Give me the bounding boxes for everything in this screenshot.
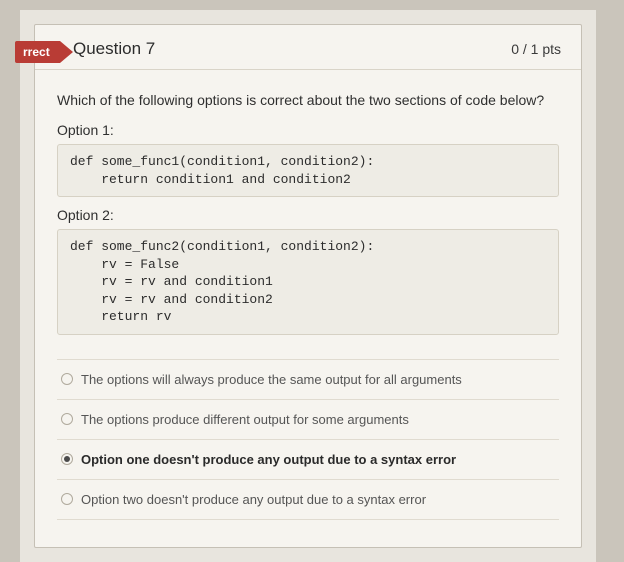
code-block-1: def some_func1(condition1, condition2): … [57, 144, 559, 197]
radio-icon [61, 373, 73, 385]
radio-icon [61, 413, 73, 425]
question-prompt: Which of the following options is correc… [57, 92, 559, 108]
page-container: rrect Question 7 0 / 1 pts Which of the … [20, 10, 596, 562]
answer-option[interactable]: Option one doesn't produce any output du… [57, 439, 559, 479]
question-points: 0 / 1 pts [511, 41, 561, 57]
answer-text: Option one doesn't produce any output du… [81, 452, 456, 467]
question-card: rrect Question 7 0 / 1 pts Which of the … [34, 24, 582, 548]
option1-label: Option 1: [57, 122, 559, 138]
answer-option[interactable]: The options produce different output for… [57, 399, 559, 439]
radio-icon [61, 453, 73, 465]
radio-icon [61, 493, 73, 505]
answer-option[interactable]: The options will always produce the same… [57, 359, 559, 399]
answer-text: Option two doesn't produce any output du… [81, 492, 426, 507]
answer-text: The options produce different output for… [81, 412, 409, 427]
answer-list: The options will always produce the same… [57, 359, 559, 520]
card-body: Which of the following options is correc… [35, 70, 581, 530]
card-header: Question 7 0 / 1 pts [35, 25, 581, 70]
question-title: Question 7 [73, 39, 155, 59]
code-block-2: def some_func2(condition1, condition2): … [57, 229, 559, 335]
badge-text: rrect [23, 45, 50, 59]
answer-option[interactable]: Option two doesn't produce any output du… [57, 479, 559, 520]
incorrect-badge: rrect [15, 41, 60, 63]
option2-label: Option 2: [57, 207, 559, 223]
answer-text: The options will always produce the same… [81, 372, 462, 387]
